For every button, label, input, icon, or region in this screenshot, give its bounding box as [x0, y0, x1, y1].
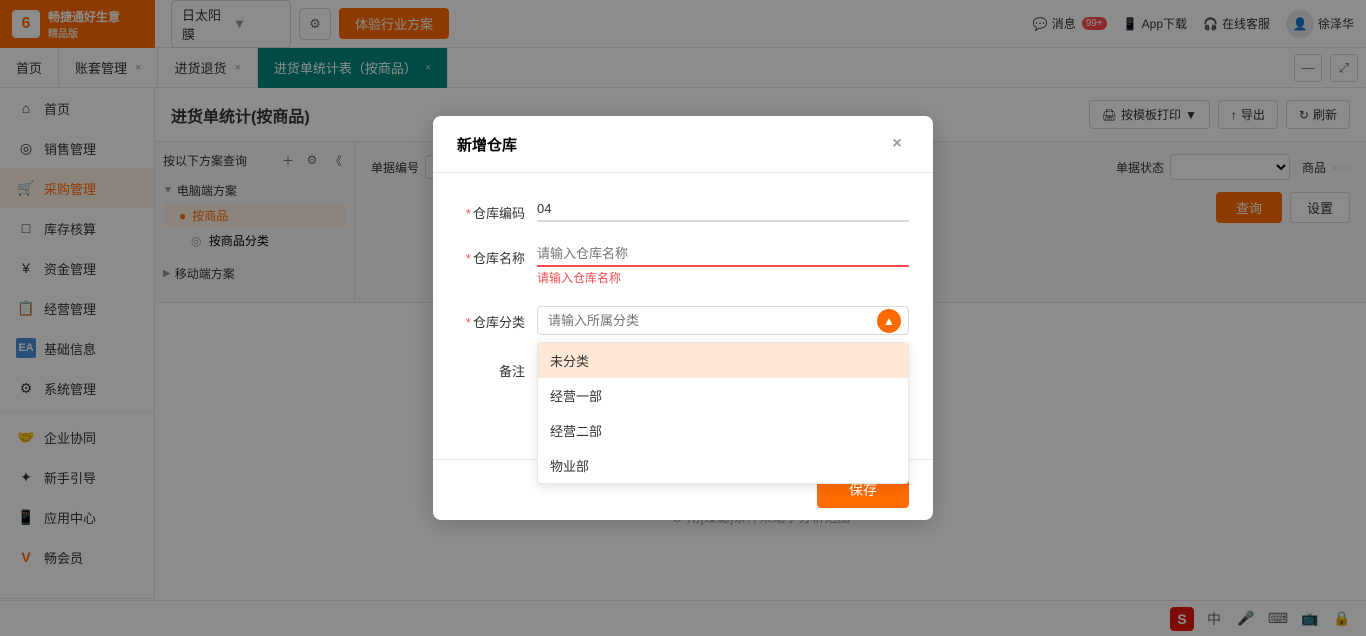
code-label: 仓库编码	[457, 197, 537, 222]
category-dropdown-list: 未分类 经营一部 经营二部 物业部	[537, 342, 909, 484]
category-dropdown-toggle[interactable]: ▲	[877, 309, 901, 333]
dropdown-item-2[interactable]: 经营二部	[538, 413, 908, 448]
category-label: 仓库分类	[457, 306, 537, 331]
category-input[interactable]	[537, 306, 909, 335]
name-input[interactable]	[537, 242, 909, 267]
dropdown-item-3[interactable]: 物业部	[538, 448, 908, 483]
modal-close-button[interactable]: ×	[885, 132, 909, 156]
form-row-name: 仓库名称 请输入仓库名称	[457, 242, 909, 286]
code-input[interactable]	[537, 197, 909, 221]
category-select-wrapper: ▲ 未分类 经营一部 经营二部 物业部	[537, 306, 909, 335]
dropdown-item-0[interactable]: 未分类	[538, 343, 908, 378]
form-row-category: 仓库分类 ▲ 未分类 经营一部 经营二部 物业部	[457, 306, 909, 335]
form-row-code: 仓库编码	[457, 197, 909, 222]
new-warehouse-modal: 新增仓库 × 仓库编码 仓库名称 请输入仓库名称 仓库分类 ▲	[433, 116, 933, 520]
name-label: 仓库名称	[457, 242, 537, 267]
modal-title: 新增仓库	[457, 134, 517, 155]
modal-body: 仓库编码 仓库名称 请输入仓库名称 仓库分类 ▲ 未分类 经营	[433, 173, 933, 459]
modal-header: 新增仓库 ×	[433, 116, 933, 173]
name-error-message: 请输入仓库名称	[537, 269, 909, 286]
dropdown-item-1[interactable]: 经营一部	[538, 378, 908, 413]
note-label: 备注	[457, 355, 537, 380]
